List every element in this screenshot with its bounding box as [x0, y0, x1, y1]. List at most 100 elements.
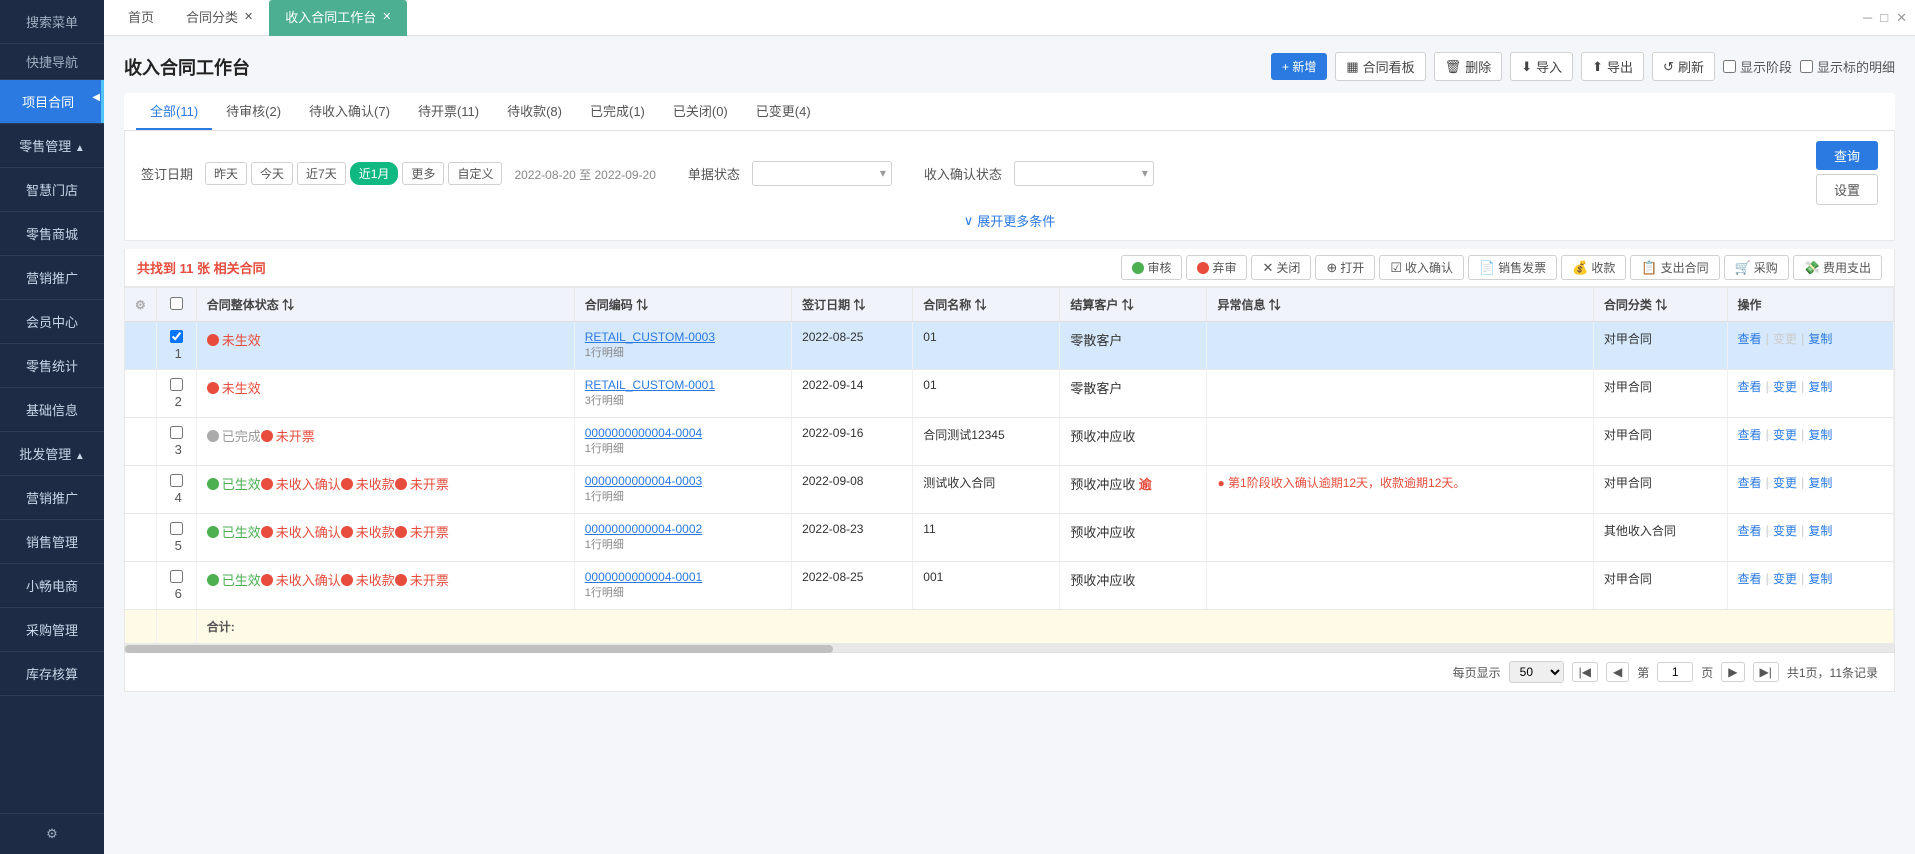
sidebar-item-marketing2[interactable]: 营销推广 — [0, 476, 104, 520]
show-stages-checkbox[interactable]: 显示阶段 — [1723, 57, 1792, 76]
date-btn-today[interactable]: 今天 — [251, 162, 293, 185]
row-checkbox[interactable] — [170, 522, 183, 535]
contract-code-link[interactable]: 0000000000004-0003 — [585, 474, 781, 488]
sidebar-item-basic-info[interactable]: 基础信息 — [0, 388, 104, 432]
delete-button[interactable]: 🗑 删除 — [1434, 52, 1503, 81]
contract-code-link[interactable]: RETAIL_CUSTOM-0003 — [585, 330, 781, 344]
horizontal-scrollbar[interactable] — [124, 645, 1895, 653]
income-confirm-button[interactable]: ☑收入确认 — [1379, 255, 1464, 280]
contract-code-link[interactable]: 0000000000004-0002 — [585, 522, 781, 536]
filter-tab-pending-payment[interactable]: 待收款(8) — [493, 93, 576, 130]
page-input[interactable] — [1657, 662, 1693, 682]
op-btn-查看[interactable]: 查看 — [1738, 570, 1762, 587]
income-confirm-select[interactable] — [1014, 161, 1154, 186]
expense-contract-button[interactable]: 📋支出合同 — [1630, 255, 1719, 280]
expense-out-button[interactable]: 💸费用支出 — [1793, 255, 1882, 280]
close-icon[interactable]: ✕ — [244, 10, 253, 23]
sidebar-item-stock[interactable]: 库存核算 — [0, 652, 104, 696]
tab-home[interactable]: 首页 — [112, 0, 170, 36]
contract-code-link[interactable]: 0000000000004-0004 — [585, 426, 781, 440]
filter-tab-all[interactable]: 全部(11) — [136, 93, 212, 130]
op-btn-变更[interactable]: 变更 — [1773, 426, 1797, 443]
sidebar-item-smart-store[interactable]: 智慧门店 — [0, 168, 104, 212]
sidebar-item-retail-stat[interactable]: 零售统计 — [0, 344, 104, 388]
minimize-icon[interactable]: ─ — [1863, 10, 1872, 25]
first-page-btn[interactable]: |◀ — [1572, 662, 1598, 682]
op-btn-变更[interactable]: 变更 — [1773, 378, 1797, 395]
sidebar-item-sales[interactable]: 销售管理 — [0, 520, 104, 564]
op-btn-变更[interactable]: 变更 — [1773, 474, 1797, 491]
per-page-select[interactable]: 10 20 50 100 — [1509, 661, 1564, 683]
op-btn-复制[interactable]: 复制 — [1808, 474, 1832, 491]
sidebar-item-retail-mgmt[interactable]: 零售管理 ▲ — [0, 124, 104, 168]
show-details-checkbox[interactable]: 显示标的明细 — [1800, 57, 1895, 76]
select-all-checkbox[interactable] — [170, 297, 183, 310]
filter-tab-pending-income[interactable]: 待收入确认(7) — [295, 93, 404, 130]
contract-board-button[interactable]: ▦ 合同看板 — [1335, 52, 1425, 81]
filter-tab-pending-review[interactable]: 待审核(2) — [212, 93, 295, 130]
sidebar-item-member[interactable]: 会员中心 — [0, 300, 104, 344]
sidebar-search[interactable]: 搜索菜单 — [0, 0, 104, 44]
maximize-icon[interactable]: □ — [1880, 10, 1888, 25]
op-btn-查看[interactable]: 查看 — [1738, 330, 1762, 347]
last-page-btn[interactable]: ▶| — [1753, 662, 1779, 682]
col-settings[interactable]: ⚙ — [125, 288, 156, 322]
row-checkbox[interactable] — [170, 474, 183, 487]
row-checkbox[interactable] — [170, 378, 183, 391]
tab-income-contract[interactable]: 收入合同工作台 ✕ — [269, 0, 407, 36]
row-checkbox[interactable] — [170, 426, 183, 439]
date-btn-yesterday[interactable]: 昨天 — [205, 162, 247, 185]
date-btn-more[interactable]: 更多 — [402, 162, 444, 185]
contract-code-link[interactable]: RETAIL_CUSTOM-0001 — [585, 378, 781, 392]
close-icon[interactable]: ✕ — [382, 10, 391, 23]
prev-page-btn[interactable]: ◀ — [1606, 662, 1629, 682]
date-btn-last7[interactable]: 近7天 — [297, 162, 346, 185]
abandon-review-button[interactable]: 弃审 — [1186, 255, 1247, 280]
op-btn-查看[interactable]: 查看 — [1738, 378, 1762, 395]
op-btn-复制[interactable]: 复制 — [1808, 426, 1832, 443]
setting-button[interactable]: 设置 — [1816, 174, 1878, 205]
refresh-button[interactable]: ↺ 刷新 — [1652, 52, 1715, 81]
op-btn-复制[interactable]: 复制 — [1808, 330, 1832, 347]
row-checkbox[interactable] — [170, 330, 183, 343]
filter-tab-changed[interactable]: 已变更(4) — [742, 93, 825, 130]
expand-more-btn[interactable]: ∨ 展开更多条件 — [141, 211, 1878, 230]
query-button[interactable]: 查询 — [1816, 141, 1878, 170]
op-btn-查看[interactable]: 查看 — [1738, 474, 1762, 491]
sidebar-item-retail-mall[interactable]: 零售商城 — [0, 212, 104, 256]
sidebar-item-xiaochang[interactable]: 小畅电商 — [0, 564, 104, 608]
sidebar-item-purchase[interactable]: 采购管理 — [0, 608, 104, 652]
sidebar-item-project[interactable]: 项目合同 ◀ — [0, 80, 104, 124]
op-btn-复制[interactable]: 复制 — [1808, 522, 1832, 539]
sidebar-item-marketing[interactable]: 营销推广 — [0, 256, 104, 300]
op-btn-复制[interactable]: 复制 — [1808, 570, 1832, 587]
close-window-icon[interactable]: ✕ — [1896, 10, 1907, 26]
op-btn-变更[interactable]: 变更 — [1773, 522, 1797, 539]
row-checkbox[interactable] — [170, 570, 183, 583]
op-btn-变更[interactable]: 变更 — [1773, 570, 1797, 587]
doc-status-select[interactable] — [752, 161, 892, 186]
add-button[interactable]: + 新增 — [1271, 53, 1327, 80]
open-contract-button[interactable]: ⊕打开 — [1315, 255, 1375, 280]
date-btn-custom[interactable]: 自定义 — [448, 162, 502, 185]
purchase-button[interactable]: 🛒采购 — [1724, 255, 1789, 280]
sales-invoice-button[interactable]: 📄销售发票 — [1468, 255, 1557, 280]
next-page-btn[interactable]: ▶ — [1721, 662, 1744, 682]
tab-contract-type[interactable]: 合同分类 ✕ — [170, 0, 269, 36]
review-button[interactable]: 审核 — [1121, 255, 1182, 280]
contract-code-link[interactable]: 0000000000004-0001 — [585, 570, 781, 584]
sidebar-nav[interactable]: 快捷导航 — [0, 44, 104, 80]
op-btn-复制[interactable]: 复制 — [1808, 378, 1832, 395]
filter-tab-closed[interactable]: 已关闭(0) — [659, 93, 742, 130]
sidebar-item-wholesale[interactable]: 批发管理 ▲ — [0, 432, 104, 476]
payment-button[interactable]: 💰收款 — [1561, 255, 1626, 280]
export-button[interactable]: ⬆ 导出 — [1581, 52, 1644, 81]
date-btn-last1month[interactable]: 近1月 — [350, 162, 399, 185]
filter-tab-completed[interactable]: 已完成(1) — [576, 93, 659, 130]
op-btn-查看[interactable]: 查看 — [1738, 522, 1762, 539]
close-contract-button[interactable]: ✕关闭 — [1251, 255, 1311, 280]
sidebar-settings[interactable]: ⚙ — [0, 813, 104, 854]
scrollbar-thumb[interactable] — [125, 645, 833, 653]
op-btn-查看[interactable]: 查看 — [1738, 426, 1762, 443]
filter-tab-pending-invoice[interactable]: 待开票(11) — [404, 93, 493, 130]
